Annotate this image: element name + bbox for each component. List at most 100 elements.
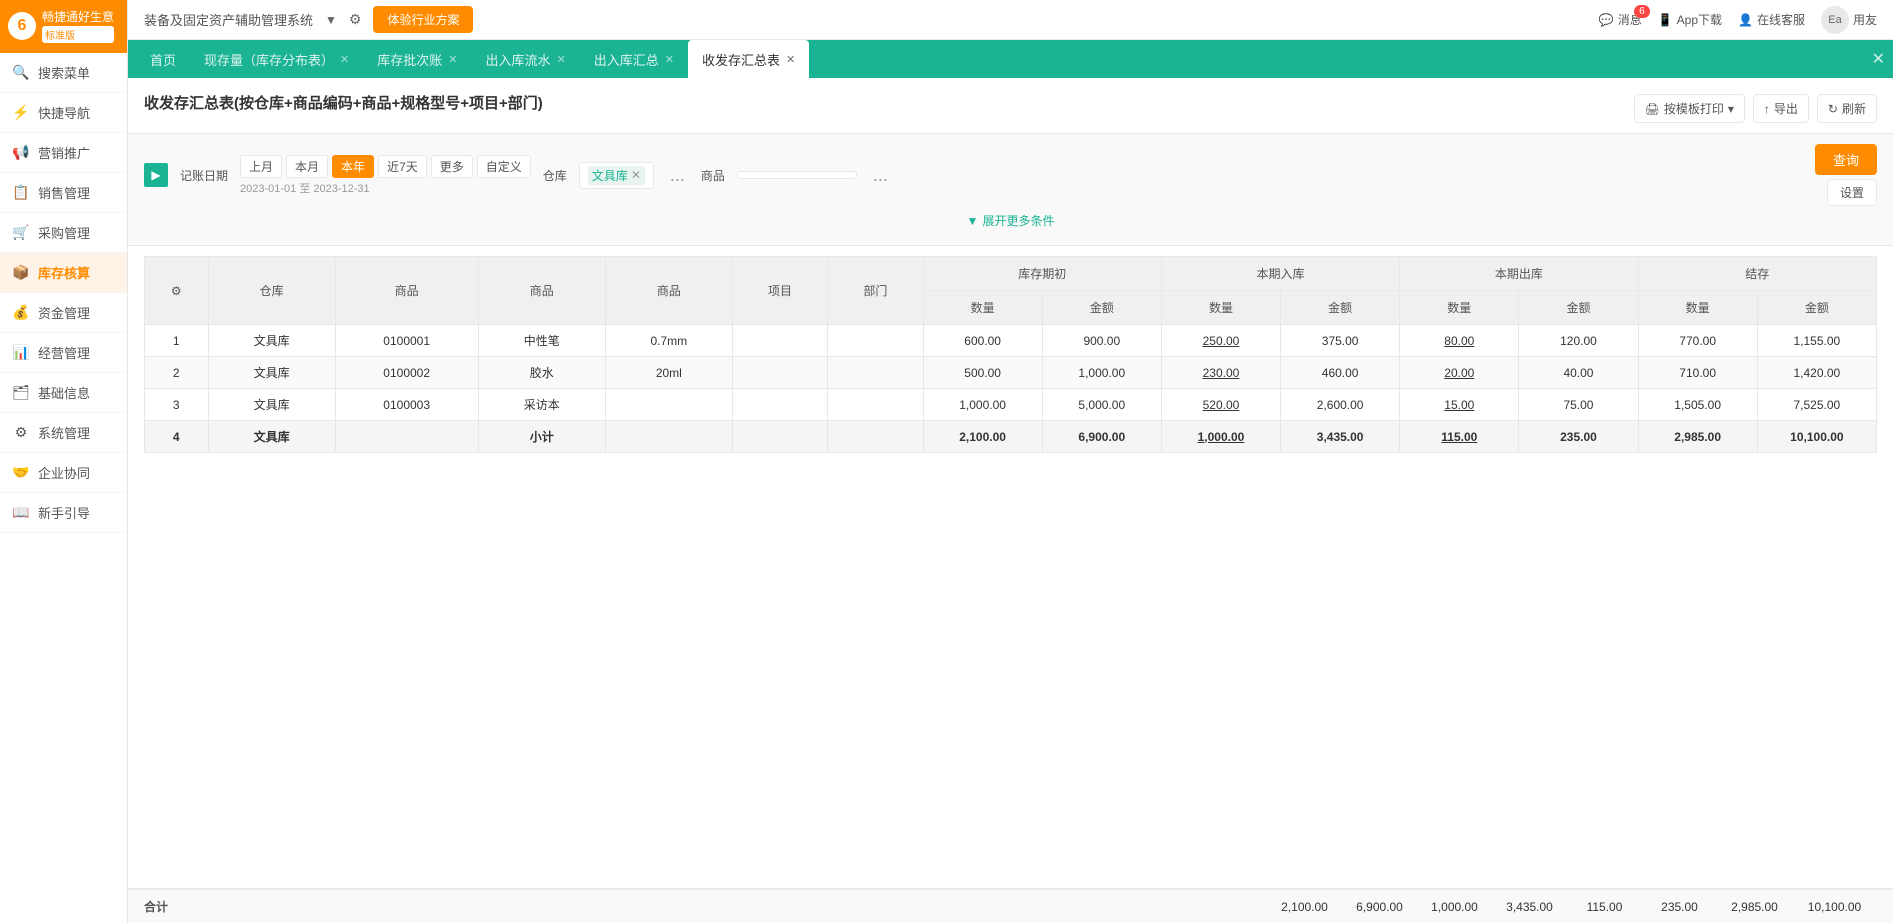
data-table: ⚙ 仓库 商品 商品 商品 项目 部门 库存期初 本期入库 本期出库 结存 (144, 256, 1877, 453)
table-footer: 合计 2,100.00 6,900.00 1,000.00 3,435.00 1… (128, 888, 1893, 923)
export-button[interactable]: ↑ 导出 (1753, 94, 1809, 123)
phone-icon: 📱 (1658, 13, 1673, 27)
date-btn-custom[interactable]: 自定义 (477, 155, 531, 178)
tab-现存量（库存分布表）[interactable]: 现存量（库存分布表） ✕ (190, 40, 363, 78)
template-print-button[interactable]: 🖨 按模板打印 ▾ (1634, 94, 1745, 123)
tab-close-icon[interactable]: ✕ (340, 53, 349, 66)
app-download-item[interactable]: 📱 App下载 (1658, 11, 1722, 28)
tab-出入库流水[interactable]: 出入库流水 ✕ (471, 40, 579, 78)
trial-button[interactable]: 体验行业方案 (373, 6, 473, 33)
footer-open-qty: 2,100.00 (1267, 900, 1342, 914)
date-filter-label: 记账日期 (180, 167, 228, 184)
sidebar-item-营销推广[interactable]: 📢营销推广 (0, 133, 127, 173)
sidebar-item-label: 快捷导航 (38, 103, 90, 122)
sidebar-item-label: 销售管理 (38, 183, 90, 202)
tab-close-icon[interactable]: ✕ (786, 53, 795, 66)
sidebar-item-label: 企业协同 (38, 463, 90, 482)
query-button[interactable]: 查询 (1815, 144, 1877, 175)
th-out-amt: 金额 (1519, 291, 1638, 325)
sidebar-item-搜索菜单[interactable]: 🔍搜索菜单 (0, 53, 127, 93)
th-spec: 商品 (605, 257, 732, 325)
user-label: 用友 (1853, 11, 1877, 28)
warehouse-filter-input[interactable]: 文具库 ✕ (579, 162, 654, 189)
sidebar-icon: 🛒 (12, 224, 30, 241)
sidebar-item-label: 系统管理 (38, 423, 90, 442)
tab-label: 出入库汇总 (594, 50, 659, 69)
sidebar-item-系统管理[interactable]: ⚙系统管理 (0, 413, 127, 453)
expand-more-btn[interactable]: ▼ 展开更多条件 (967, 212, 1055, 229)
warehouse-filter-label: 仓库 (543, 167, 567, 184)
tab-label: 首页 (150, 50, 176, 69)
date-range-text: 2023-01-01 至 2023-12-31 (240, 180, 531, 196)
user-item[interactable]: Ea 用友 (1821, 6, 1877, 34)
tab-收发存汇总表[interactable]: 收发存汇总表 ✕ (688, 40, 809, 78)
sidebar-item-采购管理[interactable]: 🛒采购管理 (0, 213, 127, 253)
system-dropdown[interactable]: ▼ (325, 13, 337, 27)
th-name: 商品 (478, 257, 605, 325)
sidebar-item-label: 资金管理 (38, 303, 90, 322)
sidebar-icon: 💰 (12, 304, 30, 321)
date-btn-this-month[interactable]: 本月 (286, 155, 328, 178)
goods-more[interactable]: ... (869, 165, 892, 186)
sidebar-icon: 🤝 (12, 464, 30, 481)
table-row: 2文具库0100002胶水20ml500.001,000.00230.00460… (145, 357, 1877, 389)
tab-close-icon[interactable]: ✕ (557, 53, 566, 66)
tab-首页[interactable]: 首页 (136, 40, 190, 78)
sidebar-icon: 📦 (12, 264, 30, 281)
filter-settings-button[interactable]: 设置 (1827, 179, 1877, 206)
sidebar-item-经营管理[interactable]: 📊经营管理 (0, 333, 127, 373)
sidebar-item-资金管理[interactable]: 💰 资金管理 (0, 293, 127, 333)
close-all-tabs-icon[interactable]: ✕ (1872, 49, 1885, 69)
tab-出入库汇总[interactable]: 出入库汇总 ✕ (580, 40, 688, 78)
th-dept: 部门 (828, 257, 923, 325)
logo-text: 畅捷通好生意 (42, 10, 114, 26)
date-btn-this-year[interactable]: 本年 (332, 155, 374, 178)
service-item[interactable]: 👤 在线客服 (1738, 11, 1805, 28)
th-group-out: 本期出库 (1400, 257, 1638, 291)
tab-bar: 首页现存量（库存分布表） ✕库存批次账 ✕出入库流水 ✕出入库汇总 ✕收发存汇总… (128, 40, 1893, 78)
date-btn-7days[interactable]: 近7天 (378, 155, 427, 178)
msg-item[interactable]: 💬 消息 6 (1599, 11, 1642, 28)
system-name: 装备及固定资产辅助管理系统 (144, 10, 313, 29)
sidebar-item-快捷导航[interactable]: ⚡快捷导航 (0, 93, 127, 133)
th-out-qty: 数量 (1400, 291, 1519, 325)
refresh-button[interactable]: ↻ 刷新 (1817, 94, 1877, 123)
tab-label: 出入库流水 (485, 50, 550, 69)
date-btn-last-month[interactable]: 上月 (240, 155, 282, 178)
tab-close-icon[interactable]: ✕ (665, 53, 674, 66)
service-icon: 👤 (1738, 13, 1753, 27)
sidebar-icon: 📊 (12, 344, 30, 361)
th-code: 商品 (335, 257, 478, 325)
sidebar-icon: 📋 (12, 184, 30, 201)
logo-badge: 标准版 (42, 26, 114, 43)
tab-close-icon[interactable]: ✕ (448, 53, 457, 66)
table-row: 3文具库0100003采访本1,000.005,000.00520.002,60… (145, 389, 1877, 421)
goods-filter-input[interactable] (737, 171, 857, 179)
settings-icon[interactable]: ⚙ (349, 11, 362, 28)
sidebar-item-销售管理[interactable]: 📋 销售管理 (0, 173, 127, 213)
sidebar-item-企业协同[interactable]: 🤝 企业协同 (0, 453, 127, 493)
msg-icon: 💬 (1599, 13, 1614, 27)
footer-bal-qty: 2,985.00 (1717, 900, 1792, 914)
goods-filter-label: 商品 (701, 167, 725, 184)
chevron-down-icon: ▼ (967, 214, 979, 228)
warehouse-tag-close[interactable]: ✕ (631, 168, 641, 182)
tab-label: 现存量（库存分布表） (204, 50, 334, 69)
sidebar-item-基础信息[interactable]: 🗂基础信息 (0, 373, 127, 413)
date-btn-more[interactable]: 更多 (431, 155, 473, 178)
tab-库存批次账[interactable]: 库存批次账 ✕ (363, 40, 471, 78)
th-group-open: 库存期初 (923, 257, 1161, 291)
sidebar: 6 畅捷通好生意 标准版 🔍搜索菜单⚡快捷导航📢营销推广📋销售管理🛒采购管理📦库… (0, 0, 128, 923)
warehouse-more[interactable]: ... (666, 165, 689, 186)
sidebar-item-label: 搜索菜单 (38, 63, 90, 82)
filter-expand-arrow[interactable]: ▶ (144, 163, 168, 187)
sidebar-icon: 🗂 (12, 384, 30, 401)
msg-badge: 6 (1634, 5, 1650, 18)
sidebar-item-库存核算[interactable]: 📦库存核算 (0, 253, 127, 293)
sidebar-item-新手引导[interactable]: 📖新手引导 (0, 493, 127, 533)
th-in-qty: 数量 (1161, 291, 1280, 325)
page-content: 收发存汇总表(按仓库+商品编码+商品+规格型号+项目+部门) 🖨 按模板打印 ▾… (128, 78, 1893, 888)
th-group-balance: 结存 (1638, 257, 1876, 291)
main-content: 装备及固定资产辅助管理系统 ▼ ⚙ 体验行业方案 💬 消息 6 📱 App下载 … (128, 0, 1893, 923)
tab-label: 收发存汇总表 (702, 50, 780, 69)
